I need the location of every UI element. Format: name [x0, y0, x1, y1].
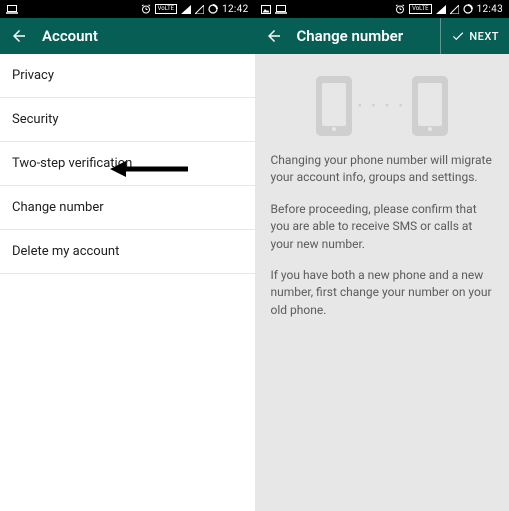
- settings-list: Privacy Security Two-step verification C…: [0, 54, 255, 274]
- account-screen: VoLTE 12:42 Account Privacy Security Two…: [0, 0, 255, 511]
- image-icon: [261, 5, 271, 14]
- info-paragraph-3: If you have both a new phone and a new n…: [271, 267, 494, 319]
- statusbar-right: VoLTE 12:43: [255, 0, 509, 18]
- statusbar-left: VoLTE 12:42: [0, 0, 255, 18]
- back-button[interactable]: [10, 27, 28, 45]
- data-icon: [463, 4, 473, 14]
- phones-illustration: • • • •: [255, 54, 509, 152]
- data-icon: [208, 4, 218, 14]
- signal2-icon: [450, 5, 459, 14]
- back-button[interactable]: [265, 27, 283, 45]
- info-paragraph-1: Changing your phone number will migrate …: [271, 152, 494, 187]
- alarm-icon: [141, 4, 151, 14]
- next-button[interactable]: NEXT: [440, 18, 499, 54]
- laptop-icon: [6, 5, 18, 14]
- phone-old-icon: [316, 76, 352, 136]
- clock-left: 12:42: [222, 4, 248, 15]
- laptop-icon: [275, 5, 287, 14]
- info-paragraph-2: Before proceeding, please confirm that y…: [271, 201, 494, 253]
- signal-icon: [181, 5, 191, 14]
- volte-badge: VoLTE: [409, 4, 432, 14]
- signal2-icon: [195, 5, 204, 14]
- info-text: Changing your phone number will migrate …: [255, 152, 509, 333]
- alarm-icon: [395, 4, 405, 14]
- volte-badge: VoLTE: [155, 4, 178, 14]
- list-item-privacy[interactable]: Privacy: [0, 54, 255, 98]
- list-item-delete-account[interactable]: Delete my account: [0, 230, 255, 274]
- phone-new-icon: [412, 76, 448, 136]
- appbar-right: Change number NEXT: [255, 18, 509, 54]
- list-item-two-step[interactable]: Two-step verification: [0, 142, 255, 186]
- next-label: NEXT: [469, 30, 499, 43]
- transfer-dots: • • • •: [358, 99, 406, 114]
- signal-icon: [436, 5, 446, 14]
- list-item-security[interactable]: Security: [0, 98, 255, 142]
- page-title-left: Account: [42, 27, 245, 45]
- change-number-screen: VoLTE 12:43 Change number NEXT • • • •: [255, 0, 509, 511]
- appbar-left: Account: [0, 18, 255, 54]
- clock-right: 12:43: [477, 4, 503, 15]
- page-title-right: Change number: [297, 27, 427, 45]
- list-item-change-number[interactable]: Change number: [0, 186, 255, 230]
